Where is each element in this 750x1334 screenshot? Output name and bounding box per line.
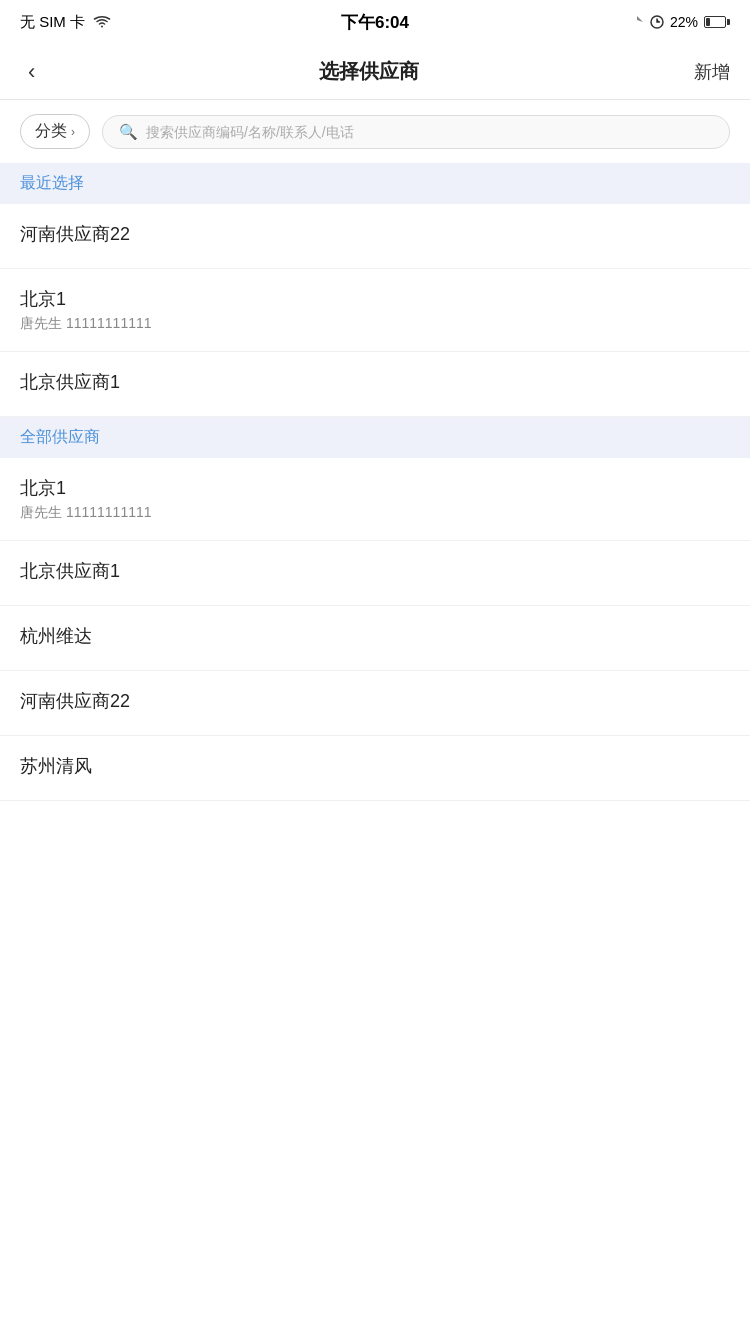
carrier-label: 无 SIM 卡 xyxy=(20,13,85,32)
status-right: 22% xyxy=(630,14,730,30)
item-name: 苏州清风 xyxy=(20,754,730,778)
location-icon xyxy=(630,15,644,29)
all-list: 北京1 唐先生 11111111111 北京供应商1 杭州维达河南供应商22 苏州清风 xyxy=(0,458,750,801)
all-section-label: 全部供应商 xyxy=(20,428,100,445)
search-icon: 🔍 xyxy=(119,123,138,141)
status-left: 无 SIM 卡 xyxy=(20,13,111,32)
search-input[interactable] xyxy=(146,123,713,140)
category-label: 分类 xyxy=(35,121,67,142)
recent-section-label: 最近选择 xyxy=(20,174,84,191)
list-item[interactable]: 北京供应商1 xyxy=(0,541,750,606)
list-item[interactable]: 北京1 唐先生 11111111111 xyxy=(0,269,750,352)
item-name: 北京供应商1 xyxy=(20,370,730,394)
status-time: 下午6:04 xyxy=(341,11,409,34)
recent-list: 河南供应商22 北京1 唐先生 11111111111 北京供应商1 xyxy=(0,204,750,417)
clock-icon xyxy=(650,15,664,29)
item-contact: 唐先生 11111111111 xyxy=(20,504,730,522)
filter-bar: 分类 › 🔍 xyxy=(0,100,750,163)
list-item[interactable]: 杭州维达 xyxy=(0,606,750,671)
item-name: 北京供应商1 xyxy=(20,559,730,583)
back-button[interactable]: ‹ xyxy=(20,51,43,93)
all-section-header: 全部供应商 xyxy=(0,417,750,458)
list-item[interactable]: 苏州清风 xyxy=(0,736,750,801)
item-name: 河南供应商22 xyxy=(20,222,730,246)
recent-section-header: 最近选择 xyxy=(0,163,750,204)
add-button[interactable]: 新增 xyxy=(694,60,730,84)
item-name: 河南供应商22 xyxy=(20,689,730,713)
item-name: 北京1 xyxy=(20,476,730,500)
page-title: 选择供应商 xyxy=(319,58,419,85)
item-name: 北京1 xyxy=(20,287,730,311)
chevron-right-icon: › xyxy=(71,125,75,139)
list-item[interactable]: 河南供应商22 xyxy=(0,204,750,269)
list-item[interactable]: 北京供应商1 xyxy=(0,352,750,417)
wifi-icon xyxy=(93,15,111,29)
battery-label: 22% xyxy=(670,14,698,30)
item-name: 杭州维达 xyxy=(20,624,730,648)
list-item[interactable]: 北京1 唐先生 11111111111 xyxy=(0,458,750,541)
battery-icon xyxy=(704,16,730,28)
search-box: 🔍 xyxy=(102,115,730,149)
category-button[interactable]: 分类 › xyxy=(20,114,90,149)
nav-bar: ‹ 选择供应商 新增 xyxy=(0,44,750,100)
item-contact: 唐先生 11111111111 xyxy=(20,315,730,333)
status-bar: 无 SIM 卡 下午6:04 22% xyxy=(0,0,750,44)
list-item[interactable]: 河南供应商22 xyxy=(0,671,750,736)
